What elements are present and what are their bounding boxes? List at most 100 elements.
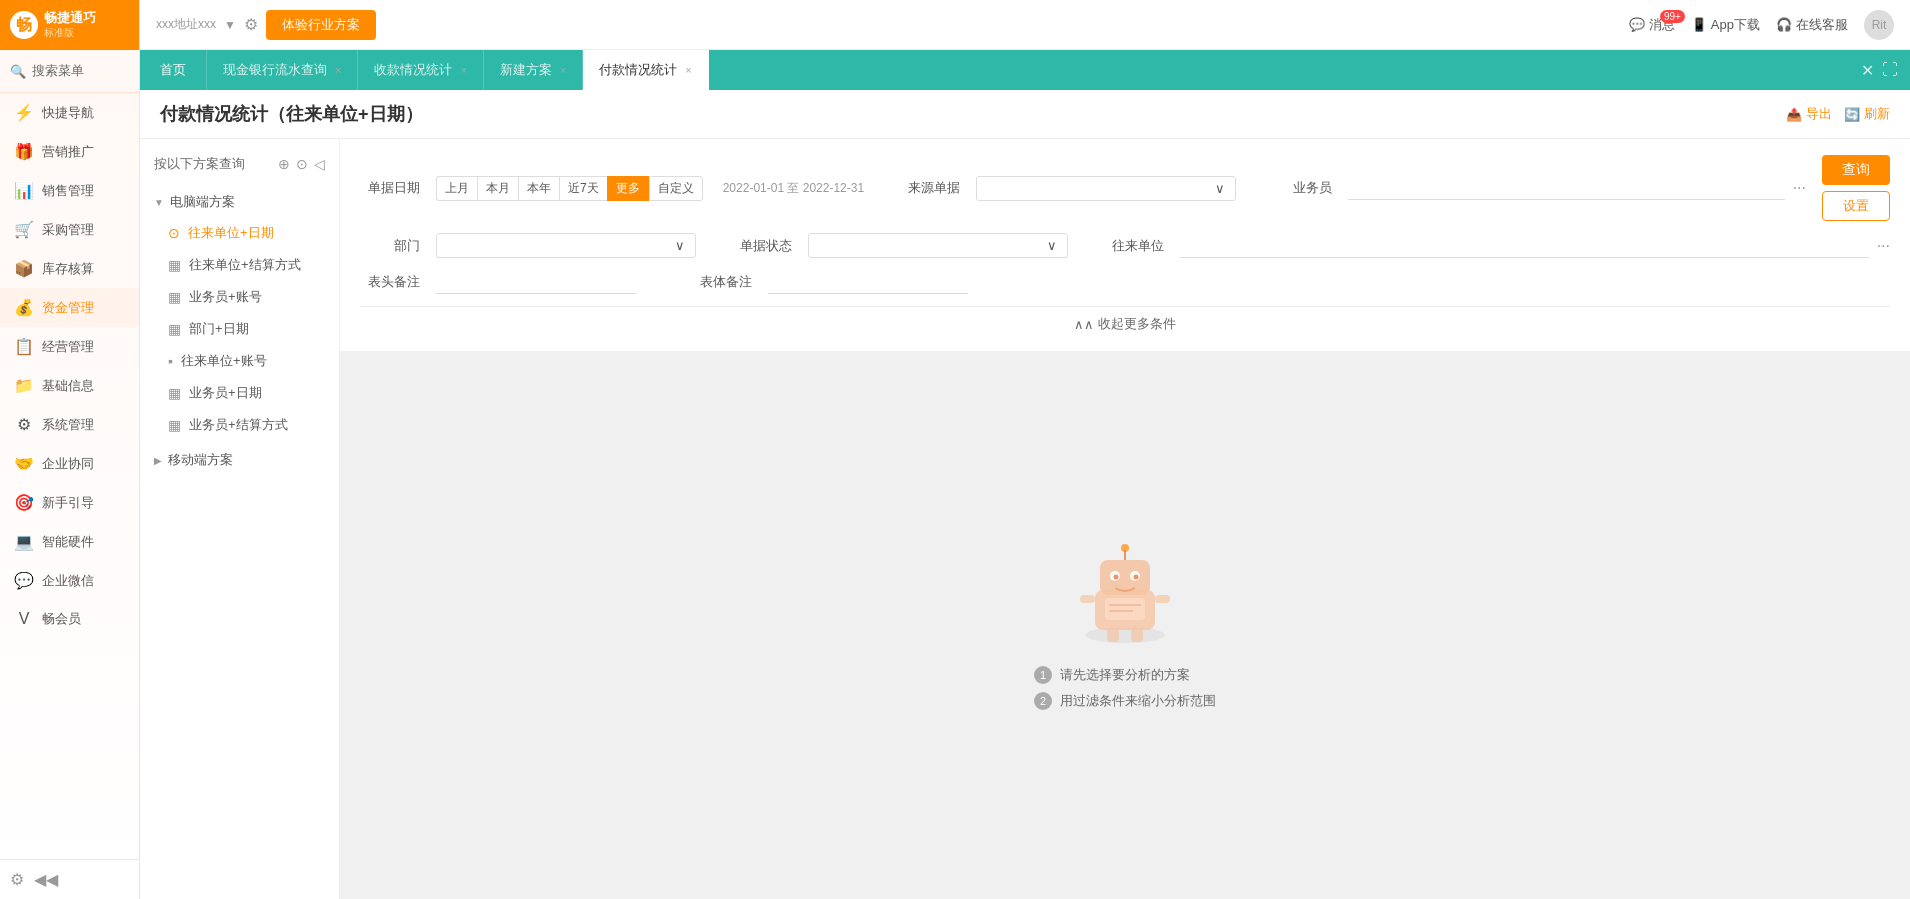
main-content: 按以下方案查询 ⊕ ⊙ ◁ ▼ 电脑端方案 ⊙ 往来单位+日期 xyxy=(140,139,1910,899)
filter-container: 单据日期 上月 本月 本年 近7天 更多 自定义 2022-01-01 至 20… xyxy=(340,139,1910,351)
mobile-scheme-group: ▶ 移动端方案 xyxy=(140,445,339,475)
unit-dots[interactable]: ··· xyxy=(1877,237,1890,255)
collapse-scheme-icon[interactable]: ◁ xyxy=(314,156,325,172)
staff-input[interactable] xyxy=(1348,176,1785,200)
page-title: 付款情况统计（往来单位+日期） xyxy=(160,102,423,126)
tab-home[interactable]: 首页 xyxy=(140,50,207,90)
filter-actions: 查询 设置 xyxy=(1822,155,1890,221)
header-note-input[interactable] xyxy=(436,270,636,294)
unit-input[interactable] xyxy=(1180,234,1869,258)
scheme-icon-staff-settle: ▦ xyxy=(168,417,181,433)
tab-close-new-scheme[interactable]: × xyxy=(560,64,566,76)
svg-rect-10 xyxy=(1155,595,1170,603)
online-service-button[interactable]: 🎧 在线客服 xyxy=(1776,16,1848,34)
scheme-item-unit-date[interactable]: ⊙ 往来单位+日期 xyxy=(140,217,339,249)
scheme-item-unit-account[interactable]: ▪ 往来单位+账号 xyxy=(140,345,339,377)
dept-dropdown-icon: ∨ xyxy=(675,238,685,253)
header-gear-icon[interactable]: ⚙ xyxy=(244,15,258,34)
source-select[interactable]: ∨ xyxy=(976,176,1236,201)
scheme-item-dept-date[interactable]: ▦ 部门+日期 xyxy=(140,313,339,345)
tab-payment-stat[interactable]: 付款情况统计 × xyxy=(583,50,708,90)
query-button[interactable]: 查询 xyxy=(1822,155,1890,185)
date-btn-custom[interactable]: 自定义 xyxy=(649,176,703,201)
tip-num-2: 2 xyxy=(1034,692,1052,710)
sidebar-item-hardware[interactable]: 💻 智能硬件 xyxy=(0,522,139,561)
tab-cash-flow[interactable]: 现金银行流水查询 × xyxy=(207,50,358,90)
date-buttons: 上月 本月 本年 近7天 更多 自定义 xyxy=(436,176,703,201)
settings-bottom-icon[interactable]: ⚙ xyxy=(10,870,24,889)
doc-status-dropdown-icon: ∨ xyxy=(1047,238,1057,253)
dept-select[interactable]: ∨ xyxy=(436,233,696,258)
dept-label: 部门 xyxy=(360,237,420,255)
sidebar-item-marketing[interactable]: 🎁 营销推广 xyxy=(0,132,139,171)
staff-dots[interactable]: ··· xyxy=(1793,179,1806,197)
body-note-input[interactable] xyxy=(768,270,968,294)
sidebar-item-wechat[interactable]: 💬 企业微信 xyxy=(0,561,139,600)
pc-group-header[interactable]: ▼ 电脑端方案 xyxy=(140,187,339,217)
refresh-button[interactable]: 🔄 刷新 xyxy=(1844,105,1890,123)
date-btn-7days[interactable]: 近7天 xyxy=(559,176,607,201)
search-menu-button[interactable]: 🔍 搜索菜单 xyxy=(10,58,129,84)
export-button[interactable]: 📤 导出 xyxy=(1786,105,1832,123)
sidebar-search[interactable]: 🔍 搜索菜单 xyxy=(0,50,139,93)
scheme-item-staff-date[interactable]: ▦ 业务员+日期 xyxy=(140,377,339,409)
staff-field-wrapper: ··· xyxy=(1348,176,1806,200)
date-btn-this-month[interactable]: 本月 xyxy=(477,176,518,201)
date-label: 单据日期 xyxy=(360,179,420,197)
collapse-sidebar-icon[interactable]: ◀◀ xyxy=(34,870,58,889)
tab-fullscreen-icon[interactable]: ⛶ xyxy=(1882,61,1898,79)
result-area: 1 请先选择要分析的方案 2 用过滤条件来缩小分析范围 xyxy=(340,351,1910,899)
tab-receivable[interactable]: 收款情况统计 × xyxy=(358,50,483,90)
user-avatar[interactable]: Rit xyxy=(1864,10,1894,40)
sidebar-item-vip[interactable]: V 畅会员 xyxy=(0,600,139,638)
sidebar-item-purchase[interactable]: 🛒 采购管理 xyxy=(0,210,139,249)
empty-illustration: 1 请先选择要分析的方案 2 用过滤条件来缩小分析范围 xyxy=(1034,540,1216,710)
sidebar-item-finance[interactable]: 💰 资金管理 xyxy=(0,288,139,327)
tab-close-cash-flow[interactable]: × xyxy=(335,64,341,76)
svg-rect-13 xyxy=(1105,598,1145,620)
header-dropdown-arrow[interactable]: ▼ xyxy=(224,18,236,32)
wechat-icon: 💬 xyxy=(14,571,34,590)
sidebar-item-operation[interactable]: 📋 经营管理 xyxy=(0,327,139,366)
header-left: xxx地址xxx ▼ ⚙ 体验行业方案 xyxy=(156,10,1617,40)
message-button[interactable]: 💬 消息 99+ xyxy=(1629,16,1675,34)
mobile-group-header[interactable]: ▶ 移动端方案 xyxy=(140,445,339,475)
sidebar-item-quick-nav[interactable]: ⚡ 快捷导航 xyxy=(0,93,139,132)
sales-icon: 📊 xyxy=(14,181,34,200)
tab-close-payment-stat[interactable]: × xyxy=(685,64,691,76)
tab-close-all-icon[interactable]: ✕ xyxy=(1861,61,1874,80)
export-icon: 📤 xyxy=(1786,107,1802,122)
scheme-item-unit-settle[interactable]: ▦ 往来单位+结算方式 xyxy=(140,249,339,281)
scheme-icon-unit-settle: ▦ xyxy=(168,257,181,273)
sidebar-item-inventory[interactable]: 📦 库存核算 xyxy=(0,249,139,288)
collapse-bar[interactable]: ∧∧ 收起更多条件 xyxy=(360,306,1890,341)
top-header: xxx地址xxx ▼ ⚙ 体验行业方案 💬 消息 99+ 📱 App下载 🎧 在… xyxy=(140,0,1910,50)
app-download-button[interactable]: 📱 App下载 xyxy=(1691,16,1760,34)
scheme-item-staff-settle[interactable]: ▦ 业务员+结算方式 xyxy=(140,409,339,441)
page-title-bar: 付款情况统计（往来单位+日期） 📤 导出 🔄 刷新 xyxy=(140,90,1910,139)
date-btn-more[interactable]: 更多 xyxy=(607,176,649,201)
doc-status-select[interactable]: ∨ xyxy=(808,233,1068,258)
sidebar-item-basic-info[interactable]: 📁 基础信息 xyxy=(0,366,139,405)
scheme-item-staff-account[interactable]: ▦ 业务员+账号 xyxy=(140,281,339,313)
collapse-arrow-icon: ∧∧ xyxy=(1074,317,1094,332)
tab-new-scheme[interactable]: 新建方案 × xyxy=(484,50,583,90)
date-btn-this-year[interactable]: 本年 xyxy=(518,176,559,201)
body-note-label: 表体备注 xyxy=(692,273,752,291)
tab-close-receivable[interactable]: × xyxy=(460,64,466,76)
finance-icon: 💰 xyxy=(14,298,34,317)
sidebar-item-enterprise[interactable]: 🤝 企业协同 xyxy=(0,444,139,483)
scheme-panel-icons: ⊕ ⊙ ◁ xyxy=(278,156,325,172)
inventory-icon: 📦 xyxy=(14,259,34,278)
try-industry-button[interactable]: 体验行业方案 xyxy=(266,10,376,40)
svg-rect-12 xyxy=(1131,628,1143,642)
settings-button[interactable]: 设置 xyxy=(1822,191,1890,221)
pc-group-arrow: ▼ xyxy=(154,197,164,208)
sidebar-item-sales[interactable]: 📊 销售管理 xyxy=(0,171,139,210)
sidebar-item-system[interactable]: ⚙ 系统管理 xyxy=(0,405,139,444)
add-scheme-icon[interactable]: ⊕ xyxy=(278,156,290,172)
settings-scheme-icon[interactable]: ⊙ xyxy=(296,156,308,172)
date-btn-last-month[interactable]: 上月 xyxy=(436,176,477,201)
system-icon: ⚙ xyxy=(14,415,34,434)
sidebar-item-guide[interactable]: 🎯 新手引导 xyxy=(0,483,139,522)
